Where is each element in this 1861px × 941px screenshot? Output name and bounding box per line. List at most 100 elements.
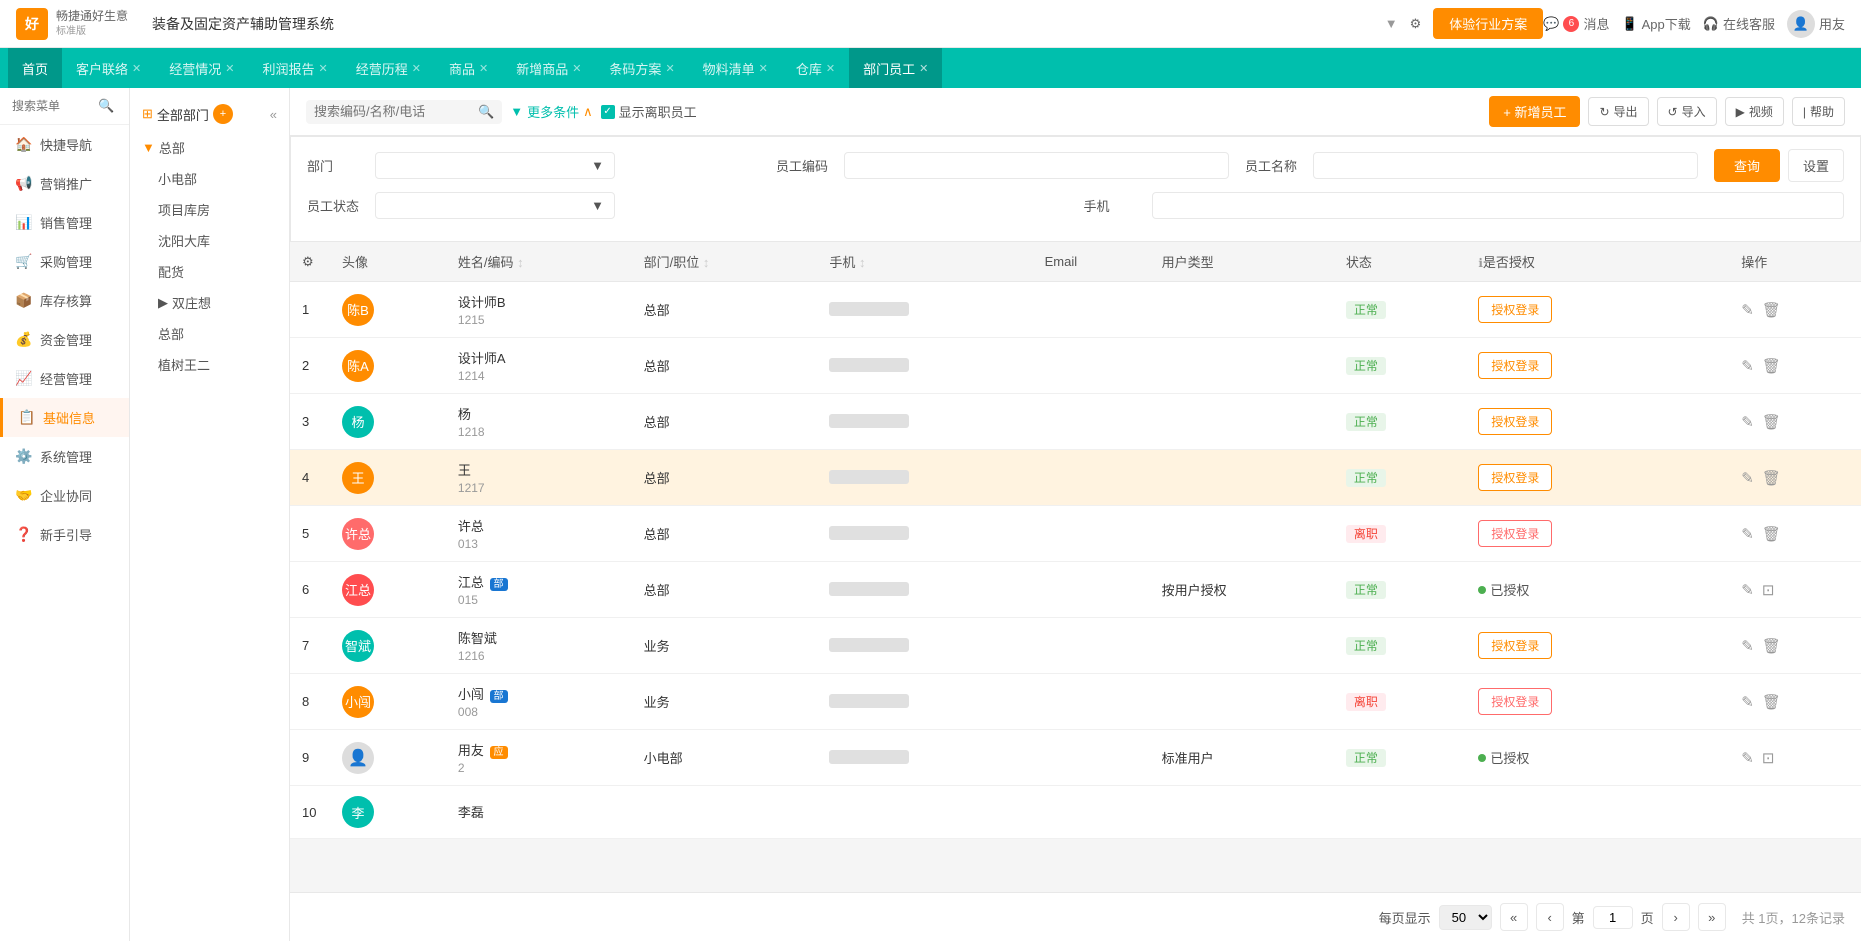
help-button[interactable]: | 帮助 [1792, 97, 1845, 126]
system-title-dropdown[interactable]: ▼ [1385, 16, 1398, 31]
close-icon[interactable]: ✕ [759, 62, 768, 75]
dept-select[interactable]: ▼ [375, 152, 615, 179]
close-icon[interactable]: ✕ [826, 62, 835, 75]
dept-node-project-warehouse[interactable]: 项目库房 [130, 194, 289, 225]
tab-add-goods[interactable]: 新增商品 ✕ [502, 48, 595, 88]
auth-button[interactable]: 授权登录 [1478, 632, 1552, 659]
delete-button[interactable]: 🗑 [1762, 693, 1781, 711]
sidebar-item-purchase[interactable]: 🛒 采购管理 [0, 242, 129, 281]
sidebar-item-basic[interactable]: 📋 基础信息 [0, 398, 129, 437]
dept-node-double[interactable]: ▶ 双庄想 [130, 287, 289, 318]
dept-node-shenyang[interactable]: 沈阳大库 [130, 225, 289, 256]
sidebar-item-operations[interactable]: 📈 经营管理 [0, 359, 129, 398]
emp-name-input[interactable] [1313, 152, 1698, 179]
edit-button[interactable]: ✎ [1741, 357, 1754, 375]
delete-button[interactable]: 🗑 [1762, 637, 1781, 655]
tab-goods[interactable]: 商品 ✕ [435, 48, 502, 88]
tab-barcode[interactable]: 条码方案 ✕ [595, 48, 688, 88]
export-button[interactable]: ↻ 导出 [1588, 97, 1648, 126]
edit-button[interactable]: ✎ [1741, 749, 1754, 767]
message-button[interactable]: 💬 6 消息 [1543, 14, 1609, 33]
tab-warehouse[interactable]: 仓库 ✕ [782, 48, 849, 88]
sidebar-item-system[interactable]: ⚙️ 系统管理 [0, 437, 129, 476]
copy-button[interactable]: ⊡ [1762, 749, 1775, 767]
tab-profit[interactable]: 利润报告 ✕ [248, 48, 341, 88]
close-icon[interactable]: ✕ [572, 62, 581, 75]
sidebar-item-sales[interactable]: 📊 销售管理 [0, 203, 129, 242]
dept-node-small-electric[interactable]: 小电部 [130, 163, 289, 194]
edit-button[interactable]: ✎ [1741, 413, 1754, 431]
tab-operations[interactable]: 经营情况 ✕ [155, 48, 248, 88]
emp-status-select[interactable]: ▼ [375, 192, 615, 219]
auth-button[interactable]: 授权登录 [1478, 520, 1552, 547]
auth-button[interactable]: 授权登录 [1478, 408, 1552, 435]
import-button[interactable]: ↺ 导入 [1657, 97, 1717, 126]
search-input[interactable] [12, 99, 92, 113]
close-icon[interactable]: ✕ [479, 62, 488, 75]
close-icon[interactable]: ✕ [665, 62, 674, 75]
phone-input[interactable] [1152, 192, 1845, 219]
edit-button[interactable]: ✎ [1741, 525, 1754, 543]
sidebar-item-finance[interactable]: 💰 资金管理 [0, 320, 129, 359]
search-button[interactable]: 查询 [1714, 149, 1780, 182]
auth-button[interactable]: 授权登录 [1478, 464, 1552, 491]
col-settings[interactable]: ⚙ [290, 242, 330, 282]
tab-employees[interactable]: 部门员工 ✕ [849, 48, 942, 88]
delete-button[interactable]: 🗑 [1762, 413, 1781, 431]
first-page-button[interactable]: « [1500, 903, 1528, 931]
sidebar-item-marketing[interactable]: 📢 营销推广 [0, 164, 129, 203]
emp-code-input[interactable] [844, 152, 1229, 179]
col-name-code[interactable]: 姓名/编码 ↕ [446, 242, 632, 282]
copy-button[interactable]: ⊡ [1762, 581, 1775, 599]
view-button[interactable]: ▶ 视频 [1725, 97, 1784, 126]
delete-button[interactable]: 🗑 [1762, 357, 1781, 375]
trial-button[interactable]: 体验行业方案 [1433, 8, 1543, 39]
edit-button[interactable]: ✎ [1741, 637, 1754, 655]
next-page-button[interactable]: › [1662, 903, 1690, 931]
search-input[interactable] [314, 104, 474, 119]
collapse-icon[interactable]: « [270, 107, 277, 122]
user-menu[interactable]: 👤 用友 [1787, 10, 1845, 38]
edit-button[interactable]: ✎ [1741, 301, 1754, 319]
add-employee-button[interactable]: + 新增员工 [1489, 96, 1580, 127]
sidebar-item-quick-nav[interactable]: 🏠 快捷导航 [0, 125, 129, 164]
col-dept[interactable]: 部门/职位 ↕ [632, 242, 818, 282]
dept-node-headquarters[interactable]: 总部 [130, 318, 289, 349]
delete-button[interactable]: 🗑 [1762, 525, 1781, 543]
close-icon[interactable]: ✕ [919, 62, 928, 75]
edit-button[interactable]: ✎ [1741, 469, 1754, 487]
delete-button[interactable]: 🗑 [1762, 469, 1781, 487]
col-phone[interactable]: 手机 ↕ [817, 242, 1032, 282]
show-departed-checkbox[interactable]: ✓ 显示离职员工 [601, 102, 697, 121]
auth-button[interactable]: 授权登录 [1478, 352, 1552, 379]
more-filter-button[interactable]: ▼ 更多条件 ∧ [510, 102, 592, 121]
tab-bom[interactable]: 物料清单 ✕ [689, 48, 782, 88]
sidebar-item-guide[interactable]: ❓ 新手引导 [0, 515, 129, 554]
dept-node-distribution[interactable]: 配货 [130, 256, 289, 287]
delete-button[interactable]: 🗑 [1762, 301, 1781, 319]
tab-history[interactable]: 经营历程 ✕ [342, 48, 435, 88]
dept-node-tree-king[interactable]: 植树王二 [130, 349, 289, 380]
close-icon[interactable]: ✕ [132, 62, 141, 75]
edit-button[interactable]: ✎ [1741, 581, 1754, 599]
prev-page-button[interactable]: ‹ [1536, 903, 1564, 931]
tab-customer[interactable]: 客户联络 ✕ [62, 48, 155, 88]
dept-node-general[interactable]: ▼ 总部 [130, 132, 289, 163]
page-size-select[interactable]: 50 [1439, 905, 1492, 930]
add-dept-button[interactable]: + [213, 104, 233, 124]
last-page-button[interactable]: » [1698, 903, 1726, 931]
auth-button[interactable]: 授权登录 [1478, 688, 1552, 715]
settings-icon[interactable]: ⚙ [1410, 16, 1422, 32]
page-input[interactable] [1593, 906, 1633, 929]
reset-button[interactable]: 设置 [1788, 149, 1844, 182]
auth-button[interactable]: 授权登录 [1478, 296, 1552, 323]
sidebar-item-cooperation[interactable]: 🤝 企业协同 [0, 476, 129, 515]
close-icon[interactable]: ✕ [225, 62, 234, 75]
online-service-button[interactable]: 🎧 在线客服 [1703, 14, 1775, 33]
edit-button[interactable]: ✎ [1741, 693, 1754, 711]
tab-home[interactable]: 首页 [8, 48, 62, 88]
close-icon[interactable]: ✕ [412, 62, 421, 75]
close-icon[interactable]: ✕ [319, 62, 328, 75]
sidebar-item-inventory[interactable]: 📦 库存核算 [0, 281, 129, 320]
app-download-button[interactable]: 📱 App下载 [1621, 14, 1690, 33]
